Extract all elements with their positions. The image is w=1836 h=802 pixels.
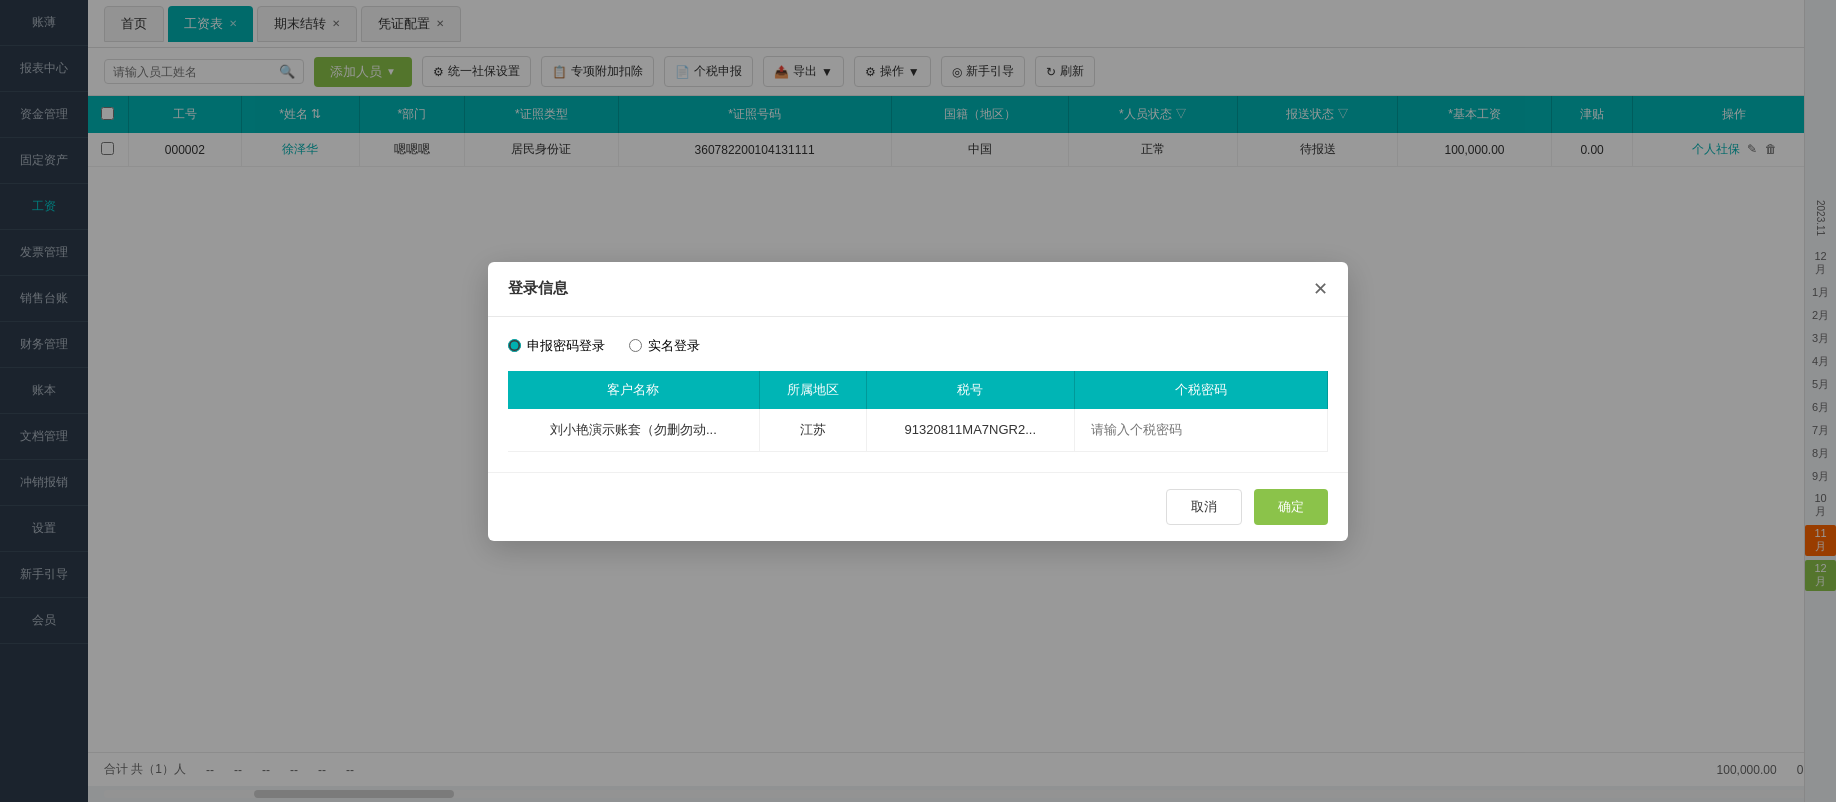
client-table: 客户名称 所属地区 税号 个税密码 刘小艳演示账套（勿删勿动... 江苏	[508, 371, 1328, 452]
login-method-group: 申报密码登录 实名登录	[508, 337, 1328, 355]
dialog-table-header-row: 客户名称 所属地区 税号 个税密码	[508, 371, 1328, 409]
col-tax-password: 个税密码	[1074, 371, 1328, 409]
tax-password-input[interactable]	[1091, 422, 1312, 437]
radio-password-text: 申报密码登录	[527, 337, 605, 355]
dialog-title: 登录信息	[508, 279, 568, 298]
client-name-cell: 刘小艳演示账套（勿删勿动...	[508, 409, 759, 452]
region-cell: 江苏	[759, 409, 866, 452]
tax-password-cell	[1074, 409, 1328, 452]
col-region: 所属地区	[759, 371, 866, 409]
cancel-button[interactable]: 取消	[1166, 489, 1242, 525]
radio-password-input[interactable]	[508, 339, 521, 352]
radio-realname-label[interactable]: 实名登录	[629, 337, 700, 355]
radio-password-label[interactable]: 申报密码登录	[508, 337, 605, 355]
tax-no-cell: 91320811MA7NGR2...	[867, 409, 1074, 452]
confirm-button[interactable]: 确定	[1254, 489, 1328, 525]
login-dialog: 登录信息 ✕ 申报密码登录 实名登录 客户名称 所属地区	[488, 262, 1348, 541]
dialog-body: 申报密码登录 实名登录 客户名称 所属地区 税号 个税密码	[488, 317, 1348, 472]
dialog-close-icon[interactable]: ✕	[1313, 278, 1328, 300]
dialog-header: 登录信息 ✕	[488, 262, 1348, 317]
col-tax-no: 税号	[867, 371, 1074, 409]
dialog-footer: 取消 确定	[488, 472, 1348, 541]
radio-realname-text: 实名登录	[648, 337, 700, 355]
radio-realname-input[interactable]	[629, 339, 642, 352]
client-region: 江苏	[800, 422, 826, 437]
client-name: 刘小艳演示账套（勿删勿动...	[550, 422, 717, 437]
dialog-table-row: 刘小艳演示账套（勿删勿动... 江苏 91320811MA7NGR2...	[508, 409, 1328, 452]
client-tax-no: 91320811MA7NGR2...	[905, 422, 1037, 437]
dialog-overlay: 登录信息 ✕ 申报密码登录 实名登录 客户名称 所属地区	[0, 0, 1836, 802]
col-client-name: 客户名称	[508, 371, 759, 409]
